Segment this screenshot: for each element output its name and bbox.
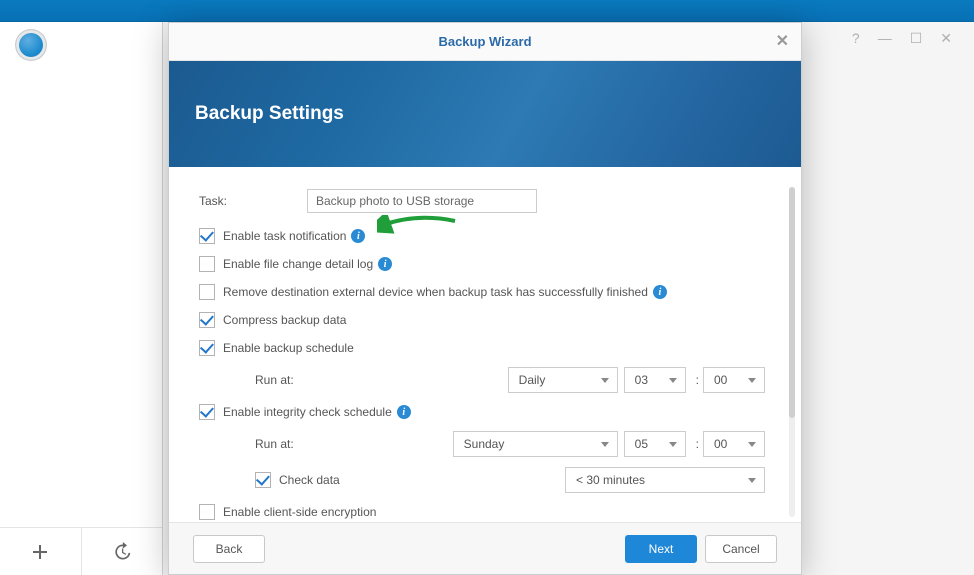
cancel-button[interactable]: Cancel: [705, 535, 777, 563]
window-controls: ? — ☐ ✕: [852, 30, 952, 47]
enable-encryption-checkbox[interactable]: [199, 504, 215, 520]
history-button[interactable]: [82, 528, 163, 575]
scrollbar-thumb[interactable]: [789, 187, 795, 418]
check-data-limit-select[interactable]: < 30 minutes: [565, 467, 765, 493]
task-name-input[interactable]: [307, 189, 537, 213]
enable-integrity-row: Enable integrity check schedule i: [199, 403, 771, 421]
check-data-label: Check data: [279, 473, 340, 487]
check-data-checkbox[interactable]: [255, 472, 271, 488]
os-taskbar: [0, 0, 974, 22]
app-sidebar: [0, 22, 163, 575]
add-button[interactable]: [0, 528, 82, 575]
next-button[interactable]: Next: [625, 535, 697, 563]
backup-schedule-row: Run at: Daily 03 : 00: [255, 367, 771, 393]
wizard-dialog: Backup Wizard ✕ Backup Settings Task: En…: [168, 22, 802, 575]
back-button[interactable]: Back: [193, 535, 265, 563]
wizard-titlebar: Backup Wizard ✕: [169, 23, 801, 61]
enable-schedule-label: Enable backup schedule: [223, 341, 354, 355]
backup-freq-select[interactable]: Daily: [508, 367, 618, 393]
enable-encryption-label: Enable client-side encryption: [223, 505, 376, 519]
compress-checkbox[interactable]: [199, 312, 215, 328]
integrity-schedule-row: Run at: Sunday 05 : 00: [255, 431, 771, 457]
wizard-header-title: Backup Settings: [195, 103, 344, 125]
window-help-icon[interactable]: ?: [852, 30, 860, 47]
check-data-row: Check data < 30 minutes: [255, 467, 771, 493]
enable-integrity-label: Enable integrity check schedule: [223, 405, 392, 419]
time-separator: :: [696, 373, 699, 387]
enable-schedule-checkbox[interactable]: [199, 340, 215, 356]
wizard-footer: Back Next Cancel: [169, 522, 801, 574]
plus-icon: [30, 542, 50, 562]
enable-schedule-row: Enable backup schedule: [199, 339, 771, 357]
window-close-icon[interactable]: ✕: [940, 30, 952, 47]
info-icon[interactable]: i: [653, 285, 667, 299]
compress-row: Compress backup data: [199, 311, 771, 329]
task-row: Task:: [199, 189, 771, 213]
history-icon: [112, 542, 132, 562]
runat-label: Run at:: [255, 373, 405, 387]
remove-external-label: Remove destination external device when …: [223, 285, 648, 299]
compress-label: Compress backup data: [223, 313, 346, 327]
info-icon[interactable]: i: [378, 257, 392, 271]
enable-integrity-checkbox[interactable]: [199, 404, 215, 420]
enable-notification-row: Enable task notification i: [199, 227, 771, 245]
window-minimize-icon[interactable]: —: [878, 30, 892, 47]
wizard-close-button[interactable]: ✕: [776, 31, 789, 51]
remove-external-row: Remove destination external device when …: [199, 283, 771, 301]
enable-encryption-row: Enable client-side encryption: [199, 503, 771, 521]
integrity-freq-select[interactable]: Sunday: [453, 431, 618, 457]
integrity-hour-select[interactable]: 05: [624, 431, 686, 457]
task-label: Task:: [199, 194, 307, 208]
enable-notification-label: Enable task notification: [223, 229, 346, 243]
wizard-title: Backup Wizard: [438, 34, 531, 49]
enable-filelog-checkbox[interactable]: [199, 256, 215, 272]
scrollbar[interactable]: [789, 187, 795, 517]
backup-minute-select[interactable]: 00: [703, 367, 765, 393]
time-separator: :: [696, 437, 699, 451]
wizard-body: Task: Enable task notification i Enable …: [169, 167, 801, 523]
window-maximize-icon[interactable]: ☐: [910, 30, 923, 47]
app-logo-icon: [16, 30, 46, 60]
wizard-header: Backup Settings: [169, 61, 801, 167]
enable-filelog-label: Enable file change detail log: [223, 257, 373, 271]
enable-filelog-row: Enable file change detail log i: [199, 255, 771, 273]
integrity-minute-select[interactable]: 00: [703, 431, 765, 457]
runat-label: Run at:: [255, 437, 405, 451]
remove-external-checkbox[interactable]: [199, 284, 215, 300]
enable-notification-checkbox[interactable]: [199, 228, 215, 244]
info-icon[interactable]: i: [351, 229, 365, 243]
sidebar-bottom-toolbar: [0, 527, 162, 575]
info-icon[interactable]: i: [397, 405, 411, 419]
backup-hour-select[interactable]: 03: [624, 367, 686, 393]
